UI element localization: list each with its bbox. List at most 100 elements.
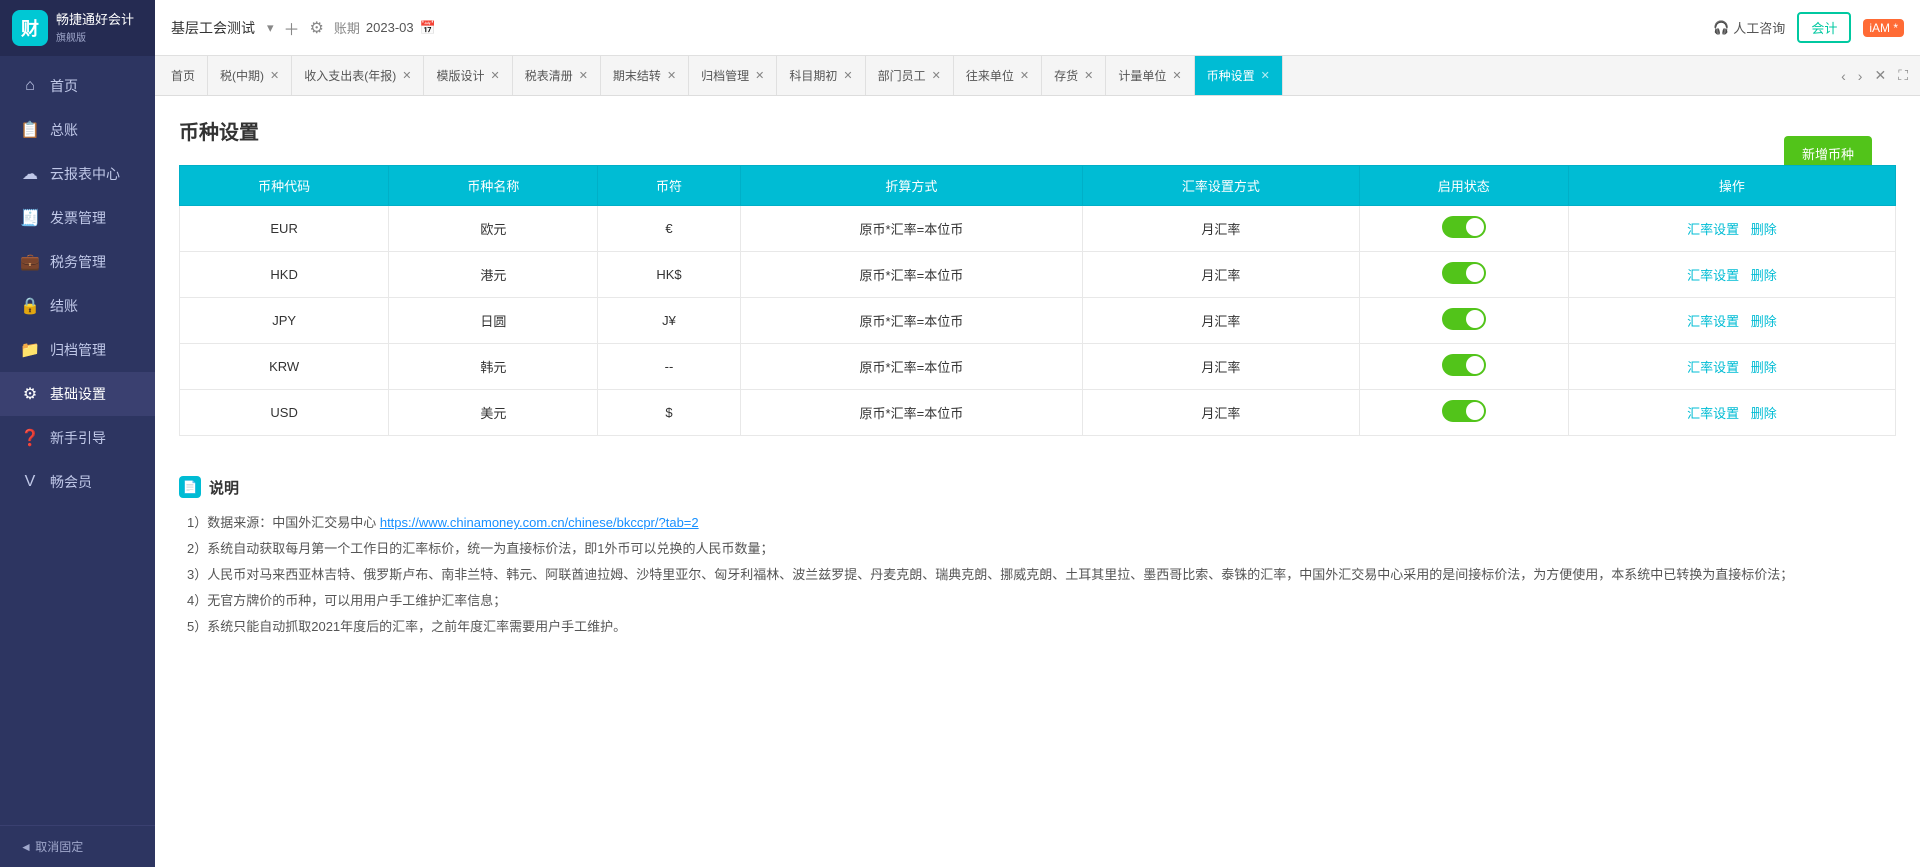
settings-icon: ⚙ (20, 384, 40, 404)
app-logo: 财 畅捷通好会计 旗舰版 (0, 0, 155, 56)
sidebar-item-settings[interactable]: ⚙ 基础设置 (0, 372, 155, 416)
tab-close-icon[interactable]: ✕ (1084, 69, 1093, 82)
tab-[interactable]: 税表清册 ✕ (513, 56, 601, 96)
tab-prev-button[interactable]: ‹ (1837, 66, 1850, 86)
consult-label: 人工咨询 (1733, 18, 1785, 37)
sidebar-item-tax[interactable]: 💼 税务管理 (0, 240, 155, 284)
tab-label: 税表清册 (525, 67, 573, 84)
rate-setting-link-EUR[interactable]: 汇率设置 (1687, 222, 1739, 237)
tab-[interactable]: 收入支出表(年报) ✕ (292, 56, 424, 96)
enable-toggle-HKD[interactable] (1442, 262, 1486, 284)
enabled-status (1359, 298, 1568, 344)
sidebar-item-archive[interactable]: 📁 归档管理 (0, 328, 155, 372)
tab-[interactable]: 税(中期)✕ (208, 56, 292, 96)
delete-link-JPY[interactable]: 删除 (1751, 314, 1777, 329)
tab-[interactable]: 期末结转✕ (601, 56, 689, 96)
tab-[interactable]: 部门员工✕ (866, 56, 954, 96)
ledger-icon: 📋 (20, 120, 40, 140)
delete-link-HKD[interactable]: 删除 (1751, 268, 1777, 283)
accounting-button[interactable]: 会计 (1797, 12, 1851, 43)
tab-close-icon[interactable]: ✕ (1261, 69, 1270, 82)
table-row: JPY 日圆 J¥ 原币*汇率=本位币 月汇率 汇率设置 删除 (180, 298, 1896, 344)
period-label: 账期 (334, 18, 360, 37)
sidebar-item-closing[interactable]: 🔒 结账 (0, 284, 155, 328)
currency-symbol: J¥ (598, 298, 740, 344)
rate-method: 月汇率 (1083, 344, 1359, 390)
logo-icon: 财 (12, 10, 48, 46)
tab-[interactable]: 币种设置✕ (1195, 56, 1283, 96)
rate-setting-link-HKD[interactable]: 汇率设置 (1687, 268, 1739, 283)
tab-close-all-button[interactable]: ✕ (1870, 65, 1890, 86)
action-cell: 汇率设置 删除 (1568, 298, 1895, 344)
currency-symbol: € (598, 206, 740, 252)
enable-toggle-USD[interactable] (1442, 400, 1486, 422)
sidebar-label-member: 畅会员 (50, 472, 92, 492)
currency-name: 美元 (389, 390, 598, 436)
tab-close-icon[interactable]: ✕ (490, 69, 499, 82)
enable-toggle-EUR[interactable] (1442, 216, 1486, 238)
enable-toggle-JPY[interactable] (1442, 308, 1486, 330)
tab-[interactable]: 存货✕ (1042, 56, 1106, 96)
rate-method: 月汇率 (1083, 206, 1359, 252)
tab-close-icon[interactable]: ✕ (755, 69, 764, 82)
action-cell: 汇率设置 删除 (1568, 344, 1895, 390)
currency-name: 日圆 (389, 298, 598, 344)
rate-method: 月汇率 (1083, 390, 1359, 436)
tab-[interactable]: 模版设计✕ (424, 56, 512, 96)
company-dropdown-icon[interactable]: ▾ (267, 20, 274, 36)
tab-label: 收入支出表(年报) (304, 67, 396, 84)
currency-name: 欧元 (389, 206, 598, 252)
consult-button[interactable]: 🎧 人工咨询 (1713, 18, 1785, 37)
rate-setting-link-USD[interactable]: 汇率设置 (1687, 406, 1739, 421)
sidebar-item-reports[interactable]: ☁ 云报表中心 (0, 152, 155, 196)
tab-close-icon[interactable]: ✕ (579, 69, 588, 82)
tab-close-icon[interactable]: ✕ (1020, 69, 1029, 82)
tab-[interactable]: 归档管理 ✕ (689, 56, 777, 96)
notice-item-2: 2）系统自动获取每月第一个工作日的汇率标价，统一为直接标价法，即1外币可以兑换的… (179, 536, 1896, 562)
tab-[interactable]: 计量单位✕ (1106, 56, 1194, 96)
tab-close-icon[interactable]: ✕ (932, 69, 941, 82)
sidebar-item-guide[interactable]: ❓ 新手引导 (0, 416, 155, 460)
tab-close-icon[interactable]: ✕ (402, 69, 411, 82)
header-right: 🎧 人工咨询 会计 iAM * (1713, 12, 1904, 43)
sidebar-item-home[interactable]: ⌂ 首页 (0, 64, 155, 108)
company-name: 基层工会测试 (171, 18, 255, 38)
period-value[interactable]: 2023-03 (366, 20, 414, 35)
sidebar-label-archive: 归档管理 (50, 340, 106, 360)
tab-label: 归档管理 (701, 67, 749, 84)
currency-code: KRW (180, 344, 389, 390)
rate-setting-link-JPY[interactable]: 汇率设置 (1687, 314, 1739, 329)
user-badge[interactable]: iAM * (1863, 19, 1904, 37)
currency-name: 韩元 (389, 344, 598, 390)
add-company-icon[interactable]: ＋ (284, 16, 300, 40)
tab-[interactable]: 首页 (159, 56, 208, 96)
tab-next-button[interactable]: › (1854, 66, 1867, 86)
tab-close-icon[interactable]: ✕ (1172, 69, 1181, 82)
logo-sub: 旗舰版 (56, 29, 134, 44)
rate-setting-link-KRW[interactable]: 汇率设置 (1687, 360, 1739, 375)
calendar-icon[interactable]: 📅 (420, 20, 436, 36)
sidebar-label-home: 首页 (50, 76, 78, 96)
col-header-折算方式: 折算方式 (740, 166, 1083, 206)
sidebar-pin-toggle[interactable]: ◄ 取消固定 (0, 825, 155, 867)
tab-[interactable]: 科目期初✕ (777, 56, 865, 96)
sidebar-item-invoice[interactable]: 🧾 发票管理 (0, 196, 155, 240)
sidebar-item-ledger[interactable]: 📋 总账 (0, 108, 155, 152)
tab-expand-button[interactable]: ⛶ (1894, 65, 1912, 86)
notice-link[interactable]: https://www.chinamoney.com.cn/chinese/bk… (380, 515, 699, 530)
delete-link-KRW[interactable]: 删除 (1751, 360, 1777, 375)
currency-code: USD (180, 390, 389, 436)
tab-close-icon[interactable]: ✕ (270, 69, 279, 82)
delete-link-EUR[interactable]: 删除 (1751, 222, 1777, 237)
enable-toggle-KRW[interactable] (1442, 354, 1486, 376)
tab-close-icon[interactable]: ✕ (667, 69, 676, 82)
tab-[interactable]: 往来单位✕ (954, 56, 1042, 96)
col-header-币种代码: 币种代码 (180, 166, 389, 206)
tax-icon: 💼 (20, 252, 40, 272)
reports-icon: ☁ (20, 164, 40, 184)
tab-close-icon[interactable]: ✕ (843, 69, 852, 82)
delete-link-USD[interactable]: 删除 (1751, 406, 1777, 421)
sidebar-item-member[interactable]: V 畅会员 (0, 460, 155, 504)
enabled-status (1359, 206, 1568, 252)
settings-icon[interactable]: ⚙ (310, 18, 324, 38)
